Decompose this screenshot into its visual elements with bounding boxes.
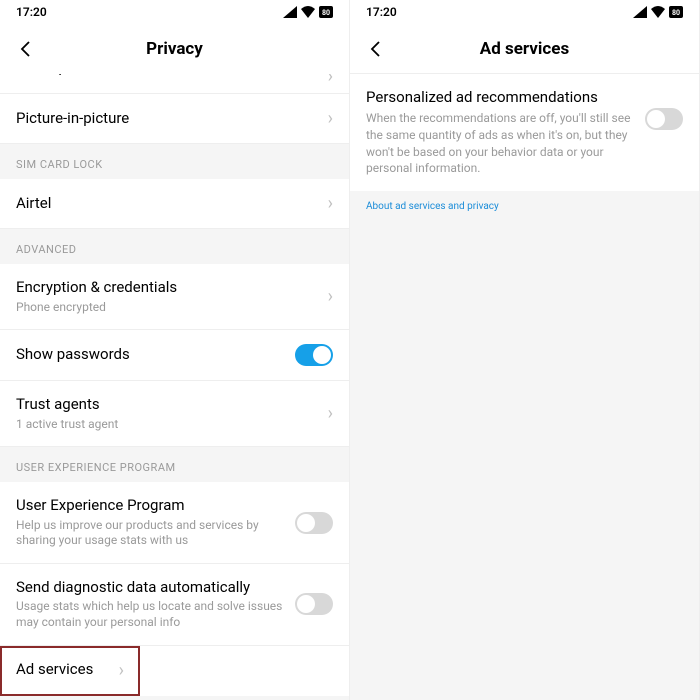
link-about-ad-services[interactable]: About ad services and privacy [350,191,699,222]
section-gap [0,696,349,700]
row-ad-services[interactable]: Ad services › [0,646,140,696]
section-user-experience: USER EXPERIENCE PROGRAM [0,447,349,482]
section-advanced: ADVANCED [0,229,349,264]
page-title: Privacy [0,39,349,59]
row-label: Send diagnostic data automatically [16,578,285,598]
page-title: Ad services [350,39,699,59]
toggle-uep[interactable] [295,512,333,534]
content: VR helper services › Picture-in-picture … [0,74,349,700]
section-sim-card-lock: SIM CARD LOCK [0,144,349,179]
header: Ad services [350,24,699,74]
chevron-right-icon: › [119,660,124,681]
row-user-experience-program[interactable]: User Experience Program Help us improve … [0,482,349,564]
toggle-diagnostic[interactable] [295,593,333,615]
status-bar: 17:20 80 [0,0,349,24]
row-encryption[interactable]: Encryption & credentials Phone encrypted… [0,264,349,330]
row-personalized-ads[interactable]: Personalized ad recommendations When the… [350,74,699,191]
row-sublabel: 1 active trust agent [16,417,318,433]
toggle-show-passwords[interactable] [295,344,333,366]
battery-icon: 80 [319,6,333,18]
back-button[interactable] [362,35,390,63]
row-label: Encryption & credentials [16,278,318,298]
row-label: VR helper services [16,74,139,76]
row-trust-agents[interactable]: Trust agents 1 active trust agent › [0,381,349,447]
status-time: 17:20 [16,5,47,19]
status-bar: 17:20 80 [350,0,699,24]
row-sublabel: Help us improve our products and service… [16,518,285,549]
row-label: Show passwords [16,345,285,365]
row-label: User Experience Program [16,496,285,516]
privacy-screen: 17:20 80 Privacy VR helper services › Pi… [0,0,350,700]
row-sublabel: When the recommendations are off, you'll… [366,110,635,177]
row-sublabel: Usage stats which help us locate and sol… [16,599,285,630]
row-picture-in-picture[interactable]: Picture-in-picture › [0,94,349,144]
row-airtel[interactable]: Airtel › [0,179,349,229]
header: Privacy [0,24,349,74]
chevron-right-icon: › [328,74,333,87]
status-icons: 80 [283,6,333,18]
row-label: Airtel [16,194,318,214]
signal-icon [633,6,647,18]
status-icons: 80 [633,6,683,18]
row-send-diagnostic[interactable]: Send diagnostic data automatically Usage… [0,564,349,646]
row-sublabel: Phone encrypted [16,300,318,316]
chevron-right-icon: › [328,286,333,307]
svg-text:80: 80 [322,9,330,17]
row-label: Personalized ad recommendations [366,88,635,106]
row-label: Trust agents [16,395,318,415]
status-time: 17:20 [366,5,397,19]
row-label: Picture-in-picture [16,109,318,129]
battery-icon: 80 [669,6,683,18]
row-show-passwords[interactable]: Show passwords [0,330,349,381]
wifi-icon [651,6,665,18]
chevron-right-icon: › [328,193,333,214]
toggle-personalized-ads[interactable] [645,108,683,130]
row-label: Ad services [16,660,109,680]
back-icon [367,40,385,58]
chevron-right-icon: › [328,108,333,129]
back-icon [17,40,35,58]
back-button[interactable] [12,35,40,63]
row-vr-helper[interactable]: VR helper services › [0,74,349,94]
svg-text:80: 80 [672,9,680,17]
signal-icon [283,6,297,18]
empty-area [350,222,699,700]
chevron-right-icon: › [328,403,333,424]
wifi-icon [301,6,315,18]
ad-services-screen: 17:20 80 Ad services Personalized ad rec… [350,0,700,700]
